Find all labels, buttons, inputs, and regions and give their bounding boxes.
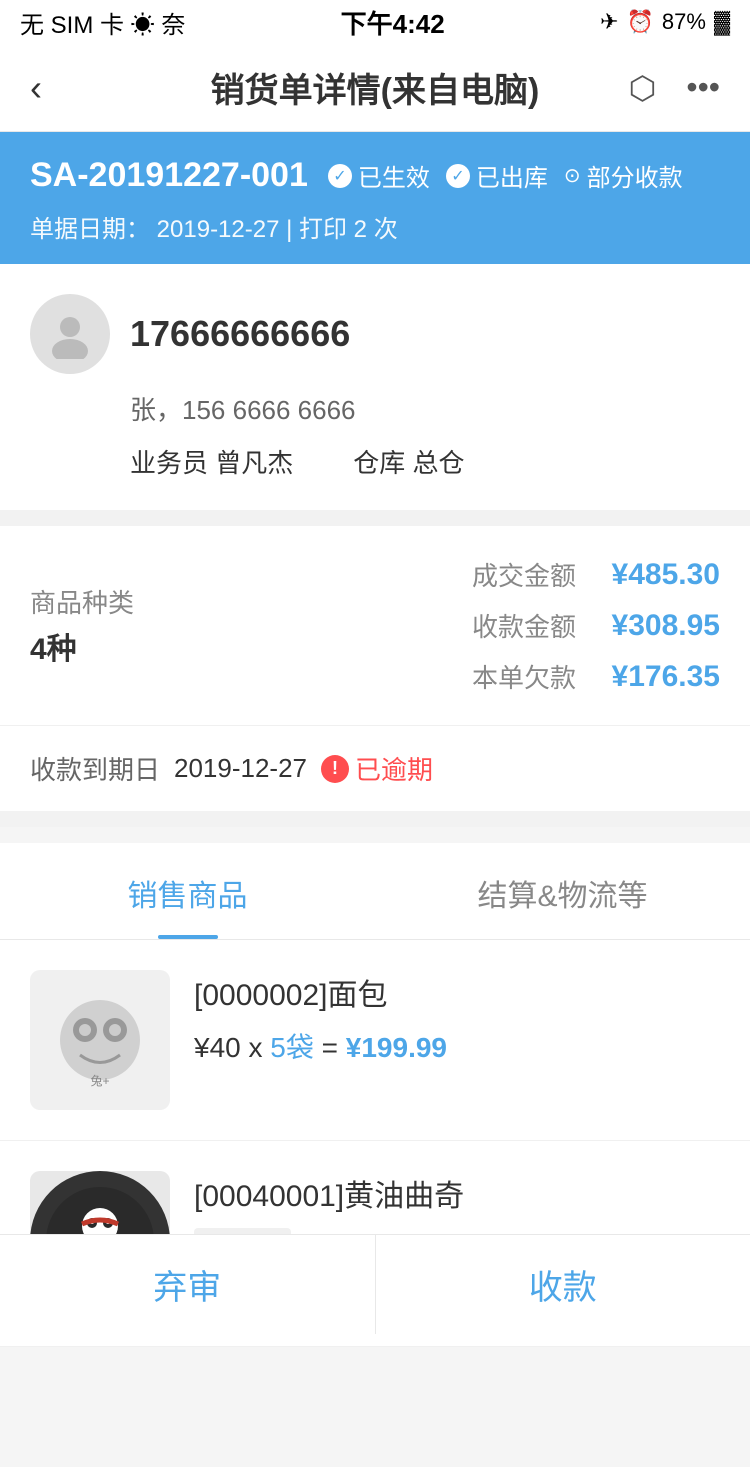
location-icon: ✈ <box>600 9 618 35</box>
amount-label-received: 收款金额 <box>472 607 576 644</box>
bread-equals: = <box>322 1032 346 1063</box>
amount-value-debt: ¥176.35 <box>600 660 720 694</box>
bottom-spacer <box>0 1347 750 1467</box>
banner-row-main: SA-20191227-001 ✓ 已生效 ✓ 已出库 ⊙ 部分收款 <box>30 156 720 195</box>
amount-value-deal: ¥485.30 <box>600 558 720 592</box>
nav-actions: ⬡ ••• <box>628 69 720 107</box>
status-left: 无 SIM 卡 ☀ 奈 <box>20 5 185 40</box>
summary-grid: 商品种类 4种 成交金额 ¥485.30 收款金额 ¥308.95 本单欠款 ¥… <box>30 556 720 695</box>
tabs-bar: 销售商品 结算&物流等 <box>0 843 750 940</box>
customer-id: 17666666666 <box>130 313 350 355</box>
customer-row: 17666666666 <box>30 294 720 374</box>
check-icon-activated: ✓ <box>328 164 352 188</box>
kind-label: 商品种类 <box>30 583 134 620</box>
tab-settlement[interactable]: 结算&物流等 <box>375 843 750 939</box>
sales-name-value: 曾凡杰 <box>215 448 293 478</box>
check-icon-shipped: ✓ <box>446 164 470 188</box>
svg-text:兔+: 兔+ <box>90 1073 109 1088</box>
tab-settlement-label: 结算&物流等 <box>477 880 647 913</box>
product-price-bread: ¥40 x 5袋 = ¥199.99 <box>194 1026 720 1066</box>
tab-sales-products[interactable]: 销售商品 <box>0 843 375 939</box>
badge-partial-text: 部分收款 <box>587 158 683 193</box>
tabs-section: 销售商品 结算&物流等 <box>0 843 750 940</box>
print-info: | 打印 2 次 <box>286 216 398 243</box>
summary-right: 成交金额 ¥485.30 收款金额 ¥308.95 本单欠款 ¥176.35 <box>472 556 720 695</box>
product-image-bread: 兔+ <box>30 970 170 1110</box>
warehouse-label: 仓库 <box>353 448 405 478</box>
list-item: 兔+ [0000002]面包 ¥40 x 5袋 = ¥199.99 <box>0 940 750 1141</box>
overdue-icon: ! <box>321 755 349 783</box>
warehouse-name-value: 总仓 <box>413 448 465 478</box>
overdue-badge: ! 已逾期 <box>321 750 433 787</box>
badge-activated-text: 已生效 <box>358 158 430 193</box>
kind-value: 4种 <box>30 624 134 668</box>
due-date-value: 2019-12-27 <box>174 753 307 784</box>
bread-multiply: x <box>249 1032 271 1063</box>
amount-value-received: ¥308.95 <box>600 609 720 643</box>
badge-shipped: ✓ 已出库 <box>446 158 548 193</box>
amount-row-debt: 本单欠款 ¥176.35 <box>472 658 720 695</box>
person-icon <box>45 309 95 359</box>
battery-icon: ▓ <box>714 9 730 35</box>
abandon-review-button[interactable]: 弃审 <box>0 1235 376 1334</box>
customer-meta: 业务员 曾凡杰 仓库 总仓 <box>30 443 720 480</box>
amount-row-deal: 成交金额 ¥485.30 <box>472 556 720 593</box>
summary-left: 商品种类 4种 <box>30 556 134 695</box>
tab-sales-products-label: 销售商品 <box>128 880 248 913</box>
bread-qty: 5袋 <box>270 1032 314 1063</box>
status-right: ✈ ⏰ 87% ▓ <box>600 9 730 35</box>
bread-price: ¥40 <box>194 1032 241 1063</box>
status-badges: ✓ 已生效 ✓ 已出库 ⊙ 部分收款 <box>328 158 683 193</box>
customer-name: 张，156 6666 6666 <box>30 390 720 427</box>
share-icon[interactable]: ⬡ <box>628 69 656 107</box>
banner-date-row: 单据日期： 2019-12-27 | 打印 2 次 <box>30 209 720 244</box>
date-label: 单据日期： <box>30 216 150 243</box>
alarm-icon: ⏰ <box>626 9 653 35</box>
overdue-text: 已逾期 <box>355 750 433 787</box>
due-label: 收款到期日 <box>30 750 160 787</box>
clock-icon: ⊙ <box>564 163 581 188</box>
product-details-bread: [0000002]面包 ¥40 x 5袋 = ¥199.99 <box>194 970 720 1110</box>
sales-info: 业务员 曾凡杰 <box>130 443 293 480</box>
more-icon[interactable]: ••• <box>686 69 720 106</box>
bread-total: ¥199.99 <box>346 1032 447 1063</box>
amount-row-received: 收款金额 ¥308.95 <box>472 607 720 644</box>
bread-image: 兔+ <box>50 990 150 1090</box>
time-display: 下午4:42 <box>341 4 445 41</box>
battery-text: 87% <box>662 9 706 35</box>
signal-text: 无 SIM 卡 ☀ 奈 <box>20 5 185 40</box>
badge-shipped-text: 已出库 <box>476 158 548 193</box>
sales-label: 业务员 <box>130 448 208 478</box>
order-date: 2019-12-27 <box>157 216 280 243</box>
amount-label-debt: 本单欠款 <box>472 658 576 695</box>
collect-payment-button[interactable]: 收款 <box>376 1235 750 1334</box>
order-id: SA-20191227-001 <box>30 156 308 195</box>
badge-activated: ✓ 已生效 <box>328 158 430 193</box>
due-date-section: 收款到期日 2019-12-27 ! 已逾期 <box>0 725 750 811</box>
product-name-bread: [0000002]面包 <box>194 970 720 1014</box>
nav-bar: ‹ 销货单详情(来自电脑) ⬡ ••• <box>0 44 750 132</box>
status-bar: 无 SIM 卡 ☀ 奈 下午4:42 ✈ ⏰ 87% ▓ <box>0 0 750 44</box>
warehouse-info: 仓库 总仓 <box>353 443 464 480</box>
customer-section: 17666666666 张，156 6666 6666 业务员 曾凡杰 仓库 总… <box>0 264 750 510</box>
summary-section: 商品种类 4种 成交金额 ¥485.30 收款金额 ¥308.95 本单欠款 ¥… <box>0 526 750 725</box>
customer-avatar <box>30 294 110 374</box>
badge-partial: ⊙ 部分收款 <box>564 158 683 193</box>
page-title: 销货单详情(来自电脑) <box>211 63 540 112</box>
bottom-bar: 弃审 收款 <box>0 1234 750 1334</box>
order-header-banner: SA-20191227-001 ✓ 已生效 ✓ 已出库 ⊙ 部分收款 单据日期：… <box>0 132 750 264</box>
back-button[interactable]: ‹ <box>20 57 52 119</box>
product-name-cookie: [00040001]黄油曲奇 <box>194 1171 720 1215</box>
amount-label-deal: 成交金额 <box>472 556 576 593</box>
divider-2 <box>0 811 750 827</box>
divider-1 <box>0 510 750 526</box>
